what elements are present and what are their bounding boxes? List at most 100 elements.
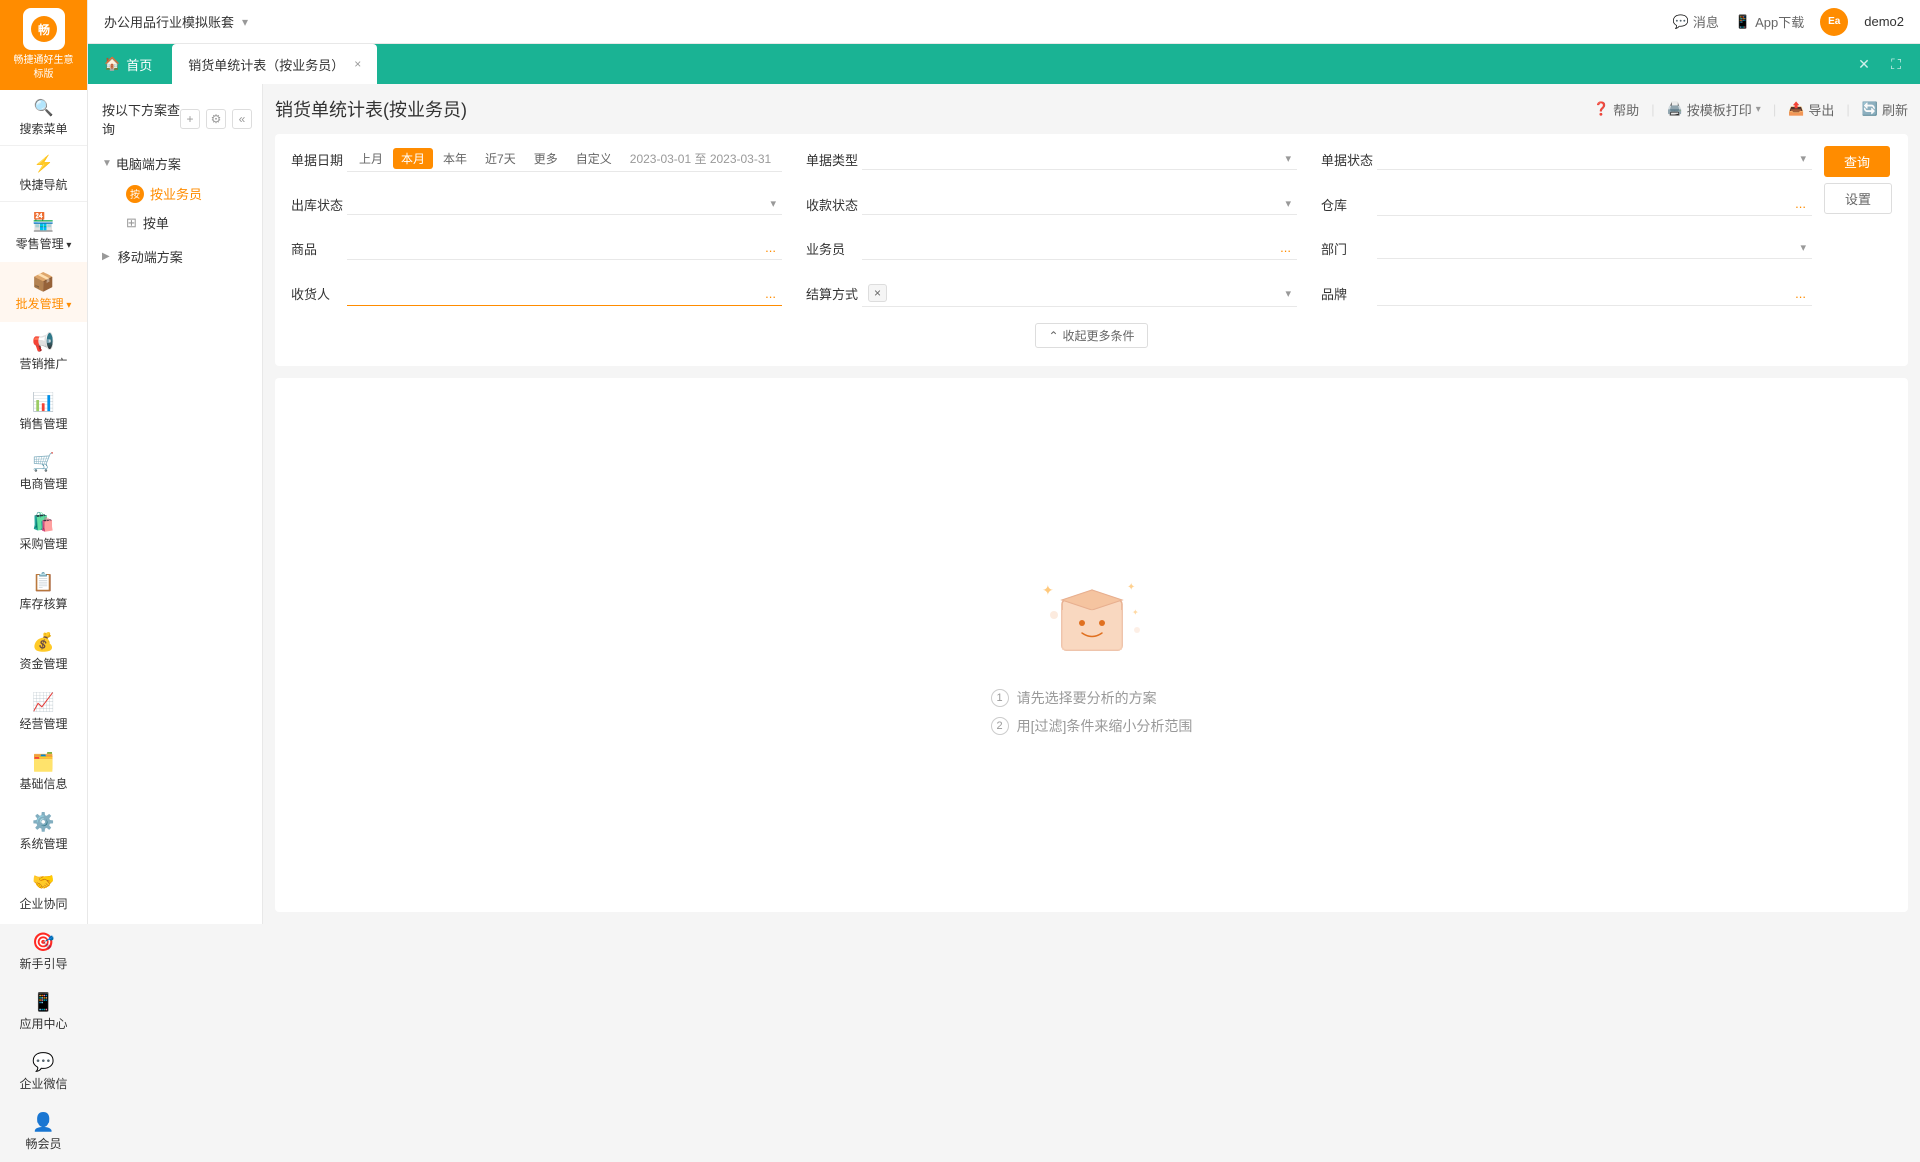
message-btn[interactable]: 💬 消息 <box>1673 12 1719 31</box>
avatar-placeholder: Ea <box>1828 16 1840 27</box>
mobile-arrow-icon: ▶ <box>102 251 110 262</box>
export-btn[interactable]: 📤 导出 <box>1788 100 1834 119</box>
status-control[interactable]: ▾ <box>1377 148 1812 170</box>
page-title: 销货单统计表(按业务员) <box>275 96 467 122</box>
sidebar-search[interactable]: 🔍 搜索菜单 <box>0 90 87 146</box>
export-icon: 📤 <box>1788 101 1804 117</box>
query-button[interactable]: 查询 <box>1824 146 1890 177</box>
divider3: | <box>1846 102 1849 117</box>
header-dropdown-arrow[interactable]: ▾ <box>242 15 248 29</box>
sidebar-item-newbie[interactable]: 🎯 新手引导 <box>0 922 87 982</box>
header-title: 办公用品行业模拟账套 <box>104 12 234 31</box>
top-header: 办公用品行业模拟账套 ▾ 💬 消息 📱 App下载 Ea demo2 <box>88 0 1920 44</box>
settle-control[interactable]: × ▾ <box>862 280 1297 307</box>
date-7days-btn[interactable]: 近7天 <box>477 148 524 169</box>
brand-control[interactable]: ... <box>1377 282 1812 306</box>
type-label: 单据类型 <box>806 150 862 169</box>
tip-text-2: 用[过滤]条件来缩小分析范围 <box>1017 716 1193 736</box>
sidebar-item-basicinfo[interactable]: 🗂️ 基础信息 <box>0 742 87 802</box>
panel-add-btn[interactable]: + <box>180 109 200 129</box>
svg-text:✦: ✦ <box>1042 582 1054 598</box>
panel-desktop-section[interactable]: ▼ 电脑端方案 <box>88 148 262 179</box>
date-custom-btn[interactable]: 自定义 <box>568 148 620 169</box>
filter-status: 单据状态 ▾ <box>1321 148 1812 170</box>
salesman-control[interactable]: ... <box>862 236 1297 260</box>
panel-sub-order[interactable]: ⊞ 按单 <box>116 208 262 237</box>
sidebar-item-sales[interactable]: 📊 销售管理 <box>0 382 87 442</box>
sidebar-item-wxenterprise[interactable]: 💬 企业微信 <box>0 1042 87 1102</box>
date-year-btn[interactable]: 本年 <box>435 148 475 169</box>
sidebar-item-collab[interactable]: 🤝 企业协同 <box>0 862 87 922</box>
panel-collapse-btn[interactable]: « <box>232 109 252 129</box>
sidebar-item-sysadmin[interactable]: ⚙️ 系统管理 <box>0 802 87 862</box>
empty-state: ✦ ✦ ✦ 1 请先选择要分析的方案 2 用[过滤]条 <box>275 378 1908 912</box>
page-title-bar: 销货单统计表(按业务员) ❓ 帮助 | 🖨️ 按模板打印 ▾ | 📤 <box>275 96 1908 122</box>
warehouse-control[interactable]: ... <box>1377 192 1812 216</box>
tab-close-window-btn[interactable]: ✕ <box>1852 52 1876 76</box>
tab-maximize-btn[interactable]: ⛶ <box>1884 52 1908 76</box>
sysadmin-icon: ⚙️ <box>32 812 54 833</box>
date-range-text: 2023-03-01 至 2023-03-31 <box>630 150 771 167</box>
panel-settings-btn[interactable]: ⚙ <box>206 109 226 129</box>
recvstatus-control[interactable]: ▾ <box>862 193 1297 215</box>
sidebar-item-appcenter[interactable]: 📱 应用中心 <box>0 982 87 1042</box>
filter-dept: 部门 ▾ <box>1321 237 1812 259</box>
finance-label: 资金管理 <box>19 655 67 672</box>
brand-ellipsis[interactable]: ... <box>1795 286 1806 301</box>
date-cur-btn[interactable]: 本月 <box>393 148 433 169</box>
goods-ellipsis[interactable]: ... <box>765 240 776 255</box>
outstatus-control[interactable]: ▾ <box>347 193 782 215</box>
date-more-btn[interactable]: 更多 <box>526 148 566 169</box>
salesman-ellipsis[interactable]: ... <box>1280 240 1291 255</box>
consignee-control[interactable]: ... <box>347 282 782 306</box>
tab-home[interactable]: 🏠 首页 <box>88 44 168 84</box>
panel-sub-salesman[interactable]: 按 按业务员 <box>116 179 262 208</box>
sidebar-quicknav[interactable]: ⚡ 快捷导航 <box>0 146 87 202</box>
dept-control[interactable]: ▾ <box>1377 237 1812 259</box>
logo-icon: 畅 <box>23 8 65 50</box>
sidebar-item-finance[interactable]: 💰 资金管理 <box>0 622 87 682</box>
panel-mobile-section[interactable]: ▶ 移动端方案 <box>88 241 262 272</box>
filter-card: 单据日期 上月 本月 本年 近7天 更多 自定义 2023-03-01 至 20… <box>275 134 1908 366</box>
goods-control[interactable]: ... <box>347 236 782 260</box>
sidebar-item-retail[interactable]: 🏪 零售管理 <box>0 202 87 262</box>
filter-row-1: 单据日期 上月 本月 本年 近7天 更多 自定义 2023-03-01 至 20… <box>291 146 1812 172</box>
filter-row-3: 商品 ... 业务员 ... <box>291 236 1812 260</box>
avatar[interactable]: Ea <box>1820 8 1848 36</box>
username[interactable]: demo2 <box>1864 14 1904 29</box>
header-left: 办公用品行业模拟账套 ▾ <box>104 12 248 31</box>
app-download-btn[interactable]: 📱 App下载 <box>1735 12 1804 31</box>
page-actions: ❓ 帮助 | 🖨️ 按模板打印 ▾ | 📤 导出 | <box>1593 100 1908 119</box>
sidebar-item-ecom[interactable]: 🛒 电商管理 <box>0 442 87 502</box>
tab-close-btn[interactable]: × <box>354 57 361 71</box>
purchase-icon: 🛍️ <box>32 512 54 533</box>
sidebar-item-purchase[interactable]: 🛍️ 采购管理 <box>0 502 87 562</box>
app-logo[interactable]: 畅 畅捷通好生意 标版 <box>0 0 87 90</box>
date-prev-btn[interactable]: 上月 <box>351 148 391 169</box>
type-control[interactable]: ▾ <box>862 148 1297 170</box>
settle-value-badge[interactable]: × <box>868 284 887 302</box>
sidebar-item-wholesale[interactable]: 📦 批发管理 <box>0 262 87 322</box>
empty-tip-1: 1 请先选择要分析的方案 <box>991 688 1193 708</box>
sidebar-item-marketing[interactable]: 📢 营销推广 <box>0 322 87 382</box>
consignee-label: 收货人 <box>291 284 347 303</box>
reset-button[interactable]: 设置 <box>1824 183 1892 214</box>
tab-bar-actions: ✕ ⛶ <box>1852 52 1920 76</box>
tab-sales-stat[interactable]: 销货单统计表（按业务员） × <box>172 44 377 84</box>
message-icon: 💬 <box>1673 14 1689 30</box>
sidebar-item-operations[interactable]: 📈 经营管理 <box>0 682 87 742</box>
refresh-btn[interactable]: 🔄 刷新 <box>1862 100 1908 119</box>
sidebar-item-inventory[interactable]: 📋 库存核算 <box>0 562 87 622</box>
panel-header-title: 按以下方案查询 <box>102 100 180 138</box>
filter-consignee: 收货人 ... <box>291 282 782 306</box>
help-btn[interactable]: ❓ 帮助 <box>1593 100 1639 119</box>
warehouse-ellipsis[interactable]: ... <box>1795 196 1806 211</box>
consignee-ellipsis[interactable]: ... <box>765 286 776 301</box>
print-btn[interactable]: 🖨️ 按模板打印 ▾ <box>1667 100 1761 119</box>
close-window-icon: ✕ <box>1858 56 1870 73</box>
empty-tip-2: 2 用[过滤]条件来缩小分析范围 <box>991 716 1193 736</box>
collapse-btn[interactable]: ⌃ 收起更多条件 <box>1035 323 1147 348</box>
brand-label: 品牌 <box>1321 284 1377 303</box>
sidebar-item-member[interactable]: 👤 畅会员 <box>0 1102 87 1162</box>
tab-bar: 🏠 首页 销货单统计表（按业务员） × ✕ ⛶ <box>88 44 1920 84</box>
